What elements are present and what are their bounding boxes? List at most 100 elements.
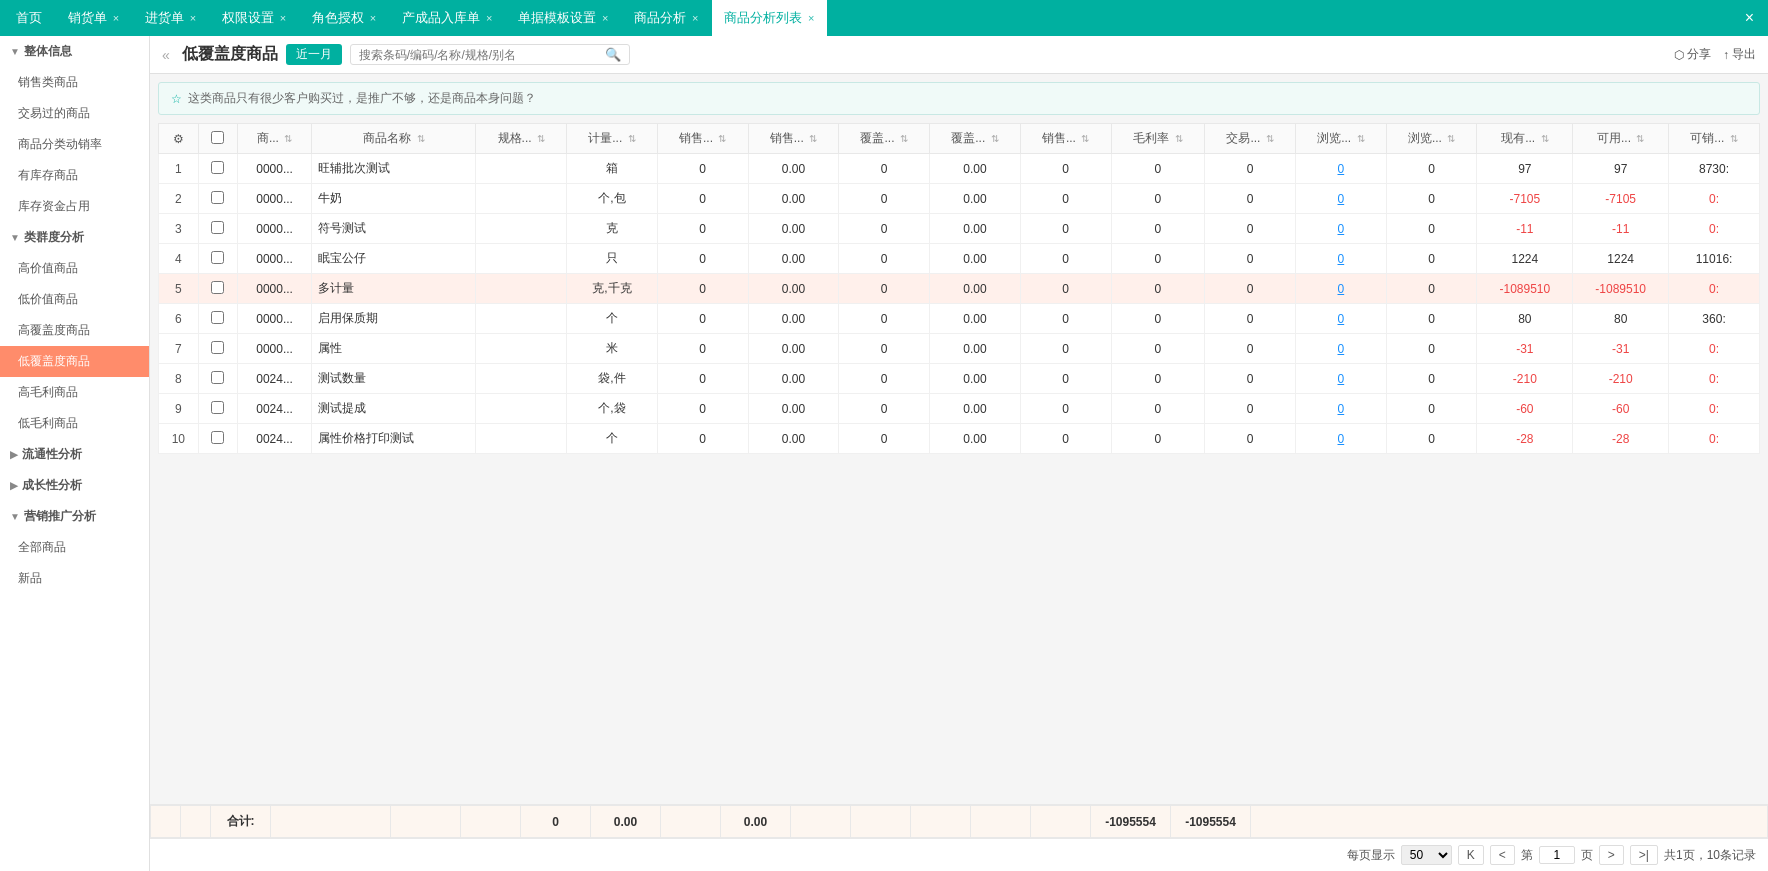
col-cover2[interactable]: 覆盖... ⇅ <box>930 124 1021 154</box>
nav-goods-analysis[interactable]: 商品分析 × <box>622 0 710 36</box>
sidebar-item-sales-goods[interactable]: 销售类商品 <box>0 67 149 98</box>
row-checkbox[interactable] <box>198 424 237 454</box>
page-input[interactable] <box>1539 846 1575 864</box>
nav-close-purchase[interactable]: × <box>190 12 196 24</box>
sidebar-item-traded-goods[interactable]: 交易过的商品 <box>0 98 149 129</box>
col-sale-cnt[interactable]: 销售... ⇅ <box>1020 124 1111 154</box>
export-btn[interactable]: ↑ 导出 <box>1723 46 1756 63</box>
sidebar-item-high-coverage[interactable]: 高覆盖度商品 <box>0 315 149 346</box>
row-checkbox-input[interactable] <box>211 341 224 354</box>
nav-template[interactable]: 单据模板设置 × <box>506 0 620 36</box>
row-browse1[interactable]: 0 <box>1295 424 1386 454</box>
nav-close-goods-analysis[interactable]: × <box>692 12 698 24</box>
row-checkbox[interactable] <box>198 364 237 394</box>
row-checkbox[interactable] <box>198 244 237 274</box>
col-sellable[interactable]: 可销... ⇅ <box>1669 124 1760 154</box>
sidebar-group-category[interactable]: ▼ 类群度分析 <box>0 222 149 253</box>
next-page-btn[interactable]: > <box>1599 845 1624 865</box>
col-unit[interactable]: 计量... ⇅ <box>567 124 658 154</box>
col-sale-qty[interactable]: 销售... ⇅ <box>657 124 748 154</box>
sidebar-item-all-goods[interactable]: 全部商品 <box>0 532 149 563</box>
col-settings[interactable]: ⚙ <box>159 124 199 154</box>
row-browse1[interactable]: 0 <box>1295 364 1386 394</box>
row-browse1[interactable]: 0 <box>1295 274 1386 304</box>
nav-close-sales[interactable]: × <box>113 12 119 24</box>
col-trade[interactable]: 交易... ⇅ <box>1205 124 1296 154</box>
sidebar-item-low-value[interactable]: 低价值商品 <box>0 284 149 315</box>
col-avail[interactable]: 可用... ⇅ <box>1573 124 1669 154</box>
sidebar-group-overall[interactable]: ▼ 整体信息 <box>0 36 149 67</box>
row-checkbox-input[interactable] <box>211 431 224 444</box>
nav-goods-list[interactable]: 商品分析列表 × <box>712 0 826 36</box>
row-checkbox[interactable] <box>198 184 237 214</box>
col-cover1[interactable]: 覆盖... ⇅ <box>839 124 930 154</box>
row-num: 8 <box>159 364 199 394</box>
row-checkbox[interactable] <box>198 334 237 364</box>
row-checkbox[interactable] <box>198 304 237 334</box>
nav-product-in[interactable]: 产成品入库单 × <box>390 0 504 36</box>
nav-purchase[interactable]: 进货单 × <box>133 0 208 36</box>
col-browse2[interactable]: 浏览... ⇅ <box>1386 124 1477 154</box>
sidebar-collapse-btn[interactable]: « <box>162 47 170 63</box>
col-spec[interactable]: 规格... ⇅ <box>476 124 567 154</box>
nav-sales[interactable]: 销货单 × <box>56 0 131 36</box>
row-checkbox-input[interactable] <box>211 191 224 204</box>
sidebar-item-stock-capital[interactable]: 库存资金占用 <box>0 191 149 222</box>
row-checkbox-input[interactable] <box>211 311 224 324</box>
row-checkbox-input[interactable] <box>211 221 224 234</box>
search-input[interactable] <box>359 48 605 62</box>
nav-role[interactable]: 角色授权 × <box>300 0 388 36</box>
sidebar-item-high-value[interactable]: 高价值商品 <box>0 253 149 284</box>
row-browse1[interactable]: 0 <box>1295 214 1386 244</box>
share-btn[interactable]: ⬡ 分享 <box>1674 46 1711 63</box>
sidebar-item-low-coverage[interactable]: 低覆盖度商品 <box>0 346 149 377</box>
row-checkbox[interactable] <box>198 214 237 244</box>
col-gross[interactable]: 毛利率 ⇅ <box>1111 124 1205 154</box>
col-code[interactable]: 商... ⇅ <box>237 124 312 154</box>
sidebar-item-category-rate[interactable]: 商品分类动销率 <box>0 129 149 160</box>
row-browse1[interactable]: 0 <box>1295 154 1386 184</box>
col-name[interactable]: 商品名称 ⇅ <box>312 124 476 154</box>
row-checkbox-input[interactable] <box>211 251 224 264</box>
row-checkbox[interactable] <box>198 154 237 184</box>
row-browse1[interactable]: 0 <box>1295 334 1386 364</box>
row-checkbox-input[interactable] <box>211 281 224 294</box>
row-checkbox-input[interactable] <box>211 371 224 384</box>
nav-close-goods-list[interactable]: × <box>808 12 814 24</box>
col-browse1[interactable]: 浏览... ⇅ <box>1295 124 1386 154</box>
col-checkbox[interactable] <box>198 124 237 154</box>
window-close-btn[interactable]: × <box>1735 9 1764 27</box>
select-all-checkbox[interactable] <box>211 131 224 144</box>
row-browse1[interactable]: 0 <box>1295 394 1386 424</box>
sidebar-group-growth[interactable]: ▶ 成长性分析 <box>0 470 149 501</box>
last-page-btn[interactable]: >| <box>1630 845 1658 865</box>
nav-close-permission[interactable]: × <box>280 12 286 24</box>
row-checkbox[interactable] <box>198 274 237 304</box>
sidebar-item-stock-goods[interactable]: 有库存商品 <box>0 160 149 191</box>
sidebar-item-new-goods[interactable]: 新品 <box>0 563 149 594</box>
sidebar-item-low-profit[interactable]: 低毛利商品 <box>0 408 149 439</box>
col-stock[interactable]: 现有... ⇅ <box>1477 124 1573 154</box>
page-size-select[interactable]: 50 100 200 <box>1401 845 1452 865</box>
col-sale-amt[interactable]: 销售... ⇅ <box>748 124 839 154</box>
sidebar-group-flow[interactable]: ▶ 流通性分析 <box>0 439 149 470</box>
search-icon[interactable]: 🔍 <box>605 47 621 62</box>
sidebar-group-marketing[interactable]: ▼ 营销推广分析 <box>0 501 149 532</box>
date-filter-btn[interactable]: 近一月 <box>286 44 342 65</box>
nav-permission[interactable]: 权限设置 × <box>210 0 298 36</box>
sidebar-item-high-profit[interactable]: 高毛利商品 <box>0 377 149 408</box>
row-checkbox[interactable] <box>198 394 237 424</box>
nav-close-template[interactable]: × <box>602 12 608 24</box>
row-cover2: 0.00 <box>930 364 1021 394</box>
nav-close-product-in[interactable]: × <box>486 12 492 24</box>
row-checkbox-input[interactable] <box>211 401 224 414</box>
row-browse1[interactable]: 0 <box>1295 304 1386 334</box>
first-page-btn[interactable]: K <box>1458 845 1484 865</box>
nav-close-role[interactable]: × <box>370 12 376 24</box>
row-browse1[interactable]: 0 <box>1295 184 1386 214</box>
prev-page-btn[interactable]: < <box>1490 845 1515 865</box>
row-browse1[interactable]: 0 <box>1295 244 1386 274</box>
row-checkbox-input[interactable] <box>211 161 224 174</box>
nav-home[interactable]: 首页 <box>4 0 54 36</box>
row-gross: 0 <box>1111 304 1205 334</box>
